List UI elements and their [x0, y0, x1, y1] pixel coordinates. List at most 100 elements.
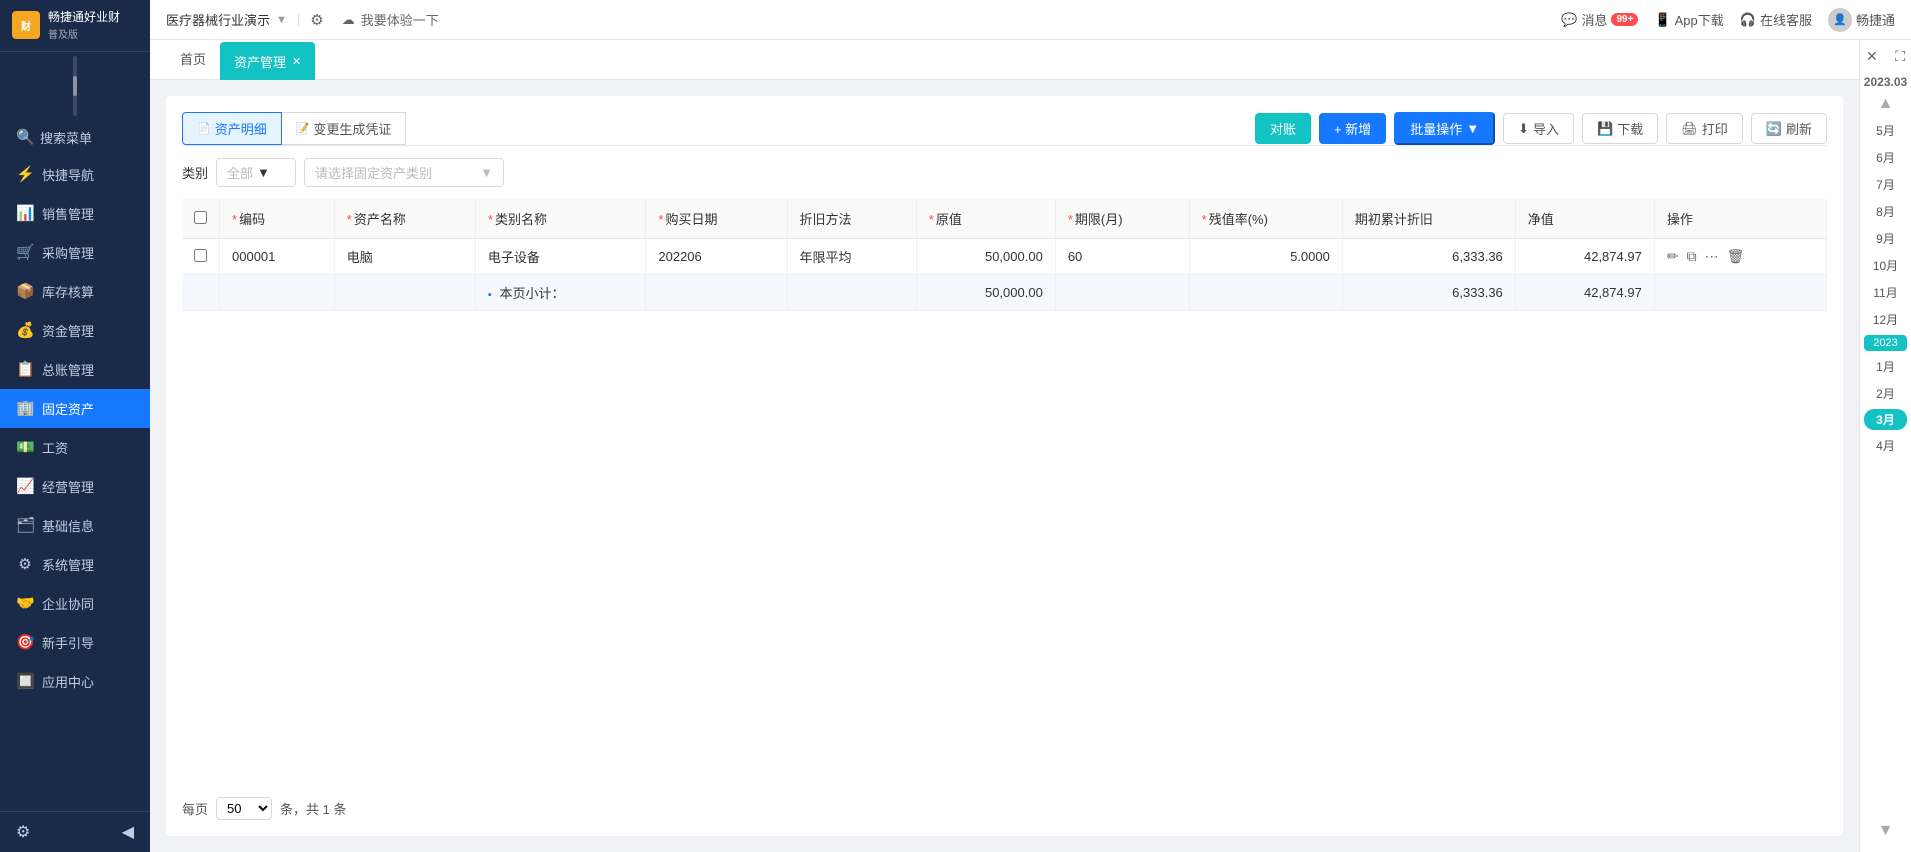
edit-icon[interactable]: ✏ [1667, 248, 1679, 265]
row1-checkbox[interactable] [194, 249, 207, 262]
sidebar-item-operations[interactable]: 📈 经营管理 [0, 467, 150, 506]
category-filter-input[interactable]: 请选择固定资产类别 ▼ [304, 158, 504, 187]
sidebar-item-basic[interactable]: 🗂 基础信息 [0, 506, 150, 545]
right-panel-close-icon[interactable]: ✕ [1866, 48, 1878, 65]
sidebar-item-system[interactable]: ⚙ 系统管理 [0, 545, 150, 584]
print-btn[interactable]: 🖨 打印 [1666, 113, 1743, 144]
sidebar-item-purchase[interactable]: 🛒 采购管理 [0, 233, 150, 272]
month-3-active[interactable]: 3月 [1864, 409, 1907, 430]
main-area: 医疗器械行业演示 ▼ | ⚙ ☁ 我要体验一下 💬 消息 99+ 📱 App下载… [150, 0, 1911, 852]
subtotal-original-value: 50,000.00 [916, 275, 1055, 311]
scroll-up-btn[interactable]: ▲ [1860, 91, 1911, 117]
tabs-bar: 首页 资产管理 ✕ [150, 40, 1859, 80]
sidebar: 财 畅捷通好业财 普及版 🔍 搜索菜单 ⚡ 快捷导航 📊 销售管理 🛒 采购管理 [0, 0, 150, 852]
sidebar-item-funds[interactable]: 💰 资金管理 [0, 311, 150, 350]
filter-label: 类别 [182, 163, 208, 182]
content-wrapper: 首页 资产管理 ✕ 📄 资产明细 [150, 40, 1911, 852]
user-profile[interactable]: 👤 畅捷通 [1828, 8, 1895, 32]
month-7[interactable]: 7月 [1860, 171, 1911, 198]
scroll-down-btn[interactable]: ▼ [1860, 818, 1911, 844]
online-service-btn[interactable]: 🎧 在线客服 [1740, 10, 1812, 29]
sidebar-item-salary[interactable]: 💵 工资 [0, 428, 150, 467]
month-10[interactable]: 10月 [1860, 252, 1911, 279]
page-size-select[interactable]: 50 10 20 100 [216, 797, 272, 820]
company-selector[interactable]: 医疗器械行业演示 ▼ [166, 10, 287, 29]
batch-btn[interactable]: 批量操作 ▼ [1394, 112, 1495, 145]
sidebar-item-search[interactable]: 🔍 搜索菜单 [0, 120, 150, 155]
app-name: 畅捷通好业财 [48, 10, 120, 26]
col-depreciation-method: 折旧方法 [787, 199, 916, 239]
messages-btn[interactable]: 💬 消息 99+ [1561, 10, 1638, 29]
sidebar-item-enterprise[interactable]: 🤝 企业协同 [0, 584, 150, 623]
more-icon[interactable]: ⋯ [1705, 248, 1719, 265]
col-period: *期限(月) [1055, 199, 1189, 239]
row1-original-value: 50,000.00 [916, 239, 1055, 275]
account-btn[interactable]: 对账 [1255, 113, 1311, 144]
sidebar-item-sales[interactable]: 📊 销售管理 [0, 194, 150, 233]
tab-assets[interactable]: 资产管理 ✕ [220, 42, 315, 82]
tab-close-icon[interactable]: ✕ [292, 55, 301, 68]
search-icon: 🔍 [16, 128, 34, 146]
sidebar-scroll-track [73, 56, 77, 116]
subtotal-icon: ▪ [488, 289, 492, 301]
month-2[interactable]: 2月 [1860, 380, 1911, 407]
topbar-experience[interactable]: ☁ 我要体验一下 [342, 10, 439, 29]
month-8[interactable]: 8月 [1860, 198, 1911, 225]
avatar: 👤 [1828, 8, 1852, 32]
sub-tab-asset-detail[interactable]: 📄 资产明细 [182, 112, 282, 145]
delete-icon[interactable]: 🗑 [1727, 248, 1745, 265]
settings-icon[interactable]: ⚙ [16, 822, 30, 842]
sidebar-item-quicknav[interactable]: ⚡ 快捷导航 [0, 155, 150, 194]
year-2023-badge[interactable]: 2023 [1864, 335, 1907, 351]
category-filter-select[interactable]: 全部 ▼ [216, 158, 296, 187]
message-icon: 💬 [1561, 12, 1577, 28]
col-actions: 操作 [1654, 199, 1826, 239]
sidebar-item-guide[interactable]: 🎯 新手引导 [0, 623, 150, 662]
collapse-icon[interactable]: ◀ [122, 822, 134, 842]
app-download-btn[interactable]: 📱 App下载 [1654, 10, 1723, 29]
category-select-label: 全部 [227, 163, 253, 182]
subtotal-label: 本页小计： [499, 286, 564, 301]
month-11[interactable]: 11月 [1860, 279, 1911, 306]
tab-home[interactable]: 首页 [166, 40, 220, 80]
select-all-checkbox[interactable] [194, 211, 207, 224]
basic-icon: 🗂 [16, 516, 34, 534]
ledger-icon: 📋 [16, 360, 34, 378]
col-purchase-date: *购买日期 [646, 199, 787, 239]
month-6[interactable]: 6月 [1860, 144, 1911, 171]
sidebar-bottom: ⚙ ◀ [0, 811, 150, 852]
row1-code: 000001 [220, 239, 335, 275]
sales-icon: 📊 [16, 204, 34, 222]
sidebar-item-ledger[interactable]: 📋 总账管理 [0, 350, 150, 389]
sidebar-item-inventory[interactable]: 📦 库存核算 [0, 272, 150, 311]
month-12[interactable]: 12月 [1860, 306, 1911, 333]
company-dropdown-icon: ▼ [276, 14, 287, 26]
print-icon: 🖨 [1681, 121, 1698, 137]
month-1[interactable]: 1月 [1860, 353, 1911, 380]
subtotal-net-value: 42,874.97 [1515, 275, 1654, 311]
col-residual-rate: *残值率(%) [1189, 199, 1342, 239]
assets-table: *编码 *资产名称 *类别名称 *购买日期 折旧方法 *原值 *期限(月) *残… [182, 199, 1827, 311]
inventory-icon: 📦 [16, 282, 34, 300]
table-row: 000001 电脑 电子设备 202206 年限平均 50,000.00 60 … [182, 239, 1827, 275]
sidebar-item-assets[interactable]: 🏢 固定资产 [0, 389, 150, 428]
month-5[interactable]: 5月 [1860, 117, 1911, 144]
month-4[interactable]: 4月 [1860, 432, 1911, 459]
row1-purchase-date: 202206 [646, 239, 787, 275]
col-original-value: *原值 [916, 199, 1055, 239]
funds-icon: 💰 [16, 321, 34, 339]
copy-icon[interactable]: ⧉ [1687, 248, 1697, 265]
app-logo-icon: 财 [12, 11, 40, 39]
refresh-btn[interactable]: 🔄 刷新 [1751, 113, 1827, 144]
assets-table-wrap: *编码 *资产名称 *类别名称 *购买日期 折旧方法 *原值 *期限(月) *残… [182, 199, 1827, 787]
right-panel-expand-icon[interactable]: ⛶ [1895, 48, 1905, 65]
sub-tab-change-voucher[interactable]: 📝 变更生成凭证 [281, 112, 407, 145]
sidebar-logo: 财 畅捷通好业财 普及版 [0, 0, 150, 52]
topbar-gear-icon[interactable]: ⚙ [310, 11, 323, 29]
import-btn[interactable]: ⬇ 导入 [1503, 113, 1574, 144]
category-select-arrow: ▼ [257, 165, 270, 180]
month-9[interactable]: 9月 [1860, 225, 1911, 252]
sidebar-item-apps[interactable]: 🔲 应用中心 [0, 662, 150, 701]
new-btn[interactable]: + 新增 [1319, 113, 1386, 144]
download-btn[interactable]: 💾 下载 [1582, 113, 1658, 144]
